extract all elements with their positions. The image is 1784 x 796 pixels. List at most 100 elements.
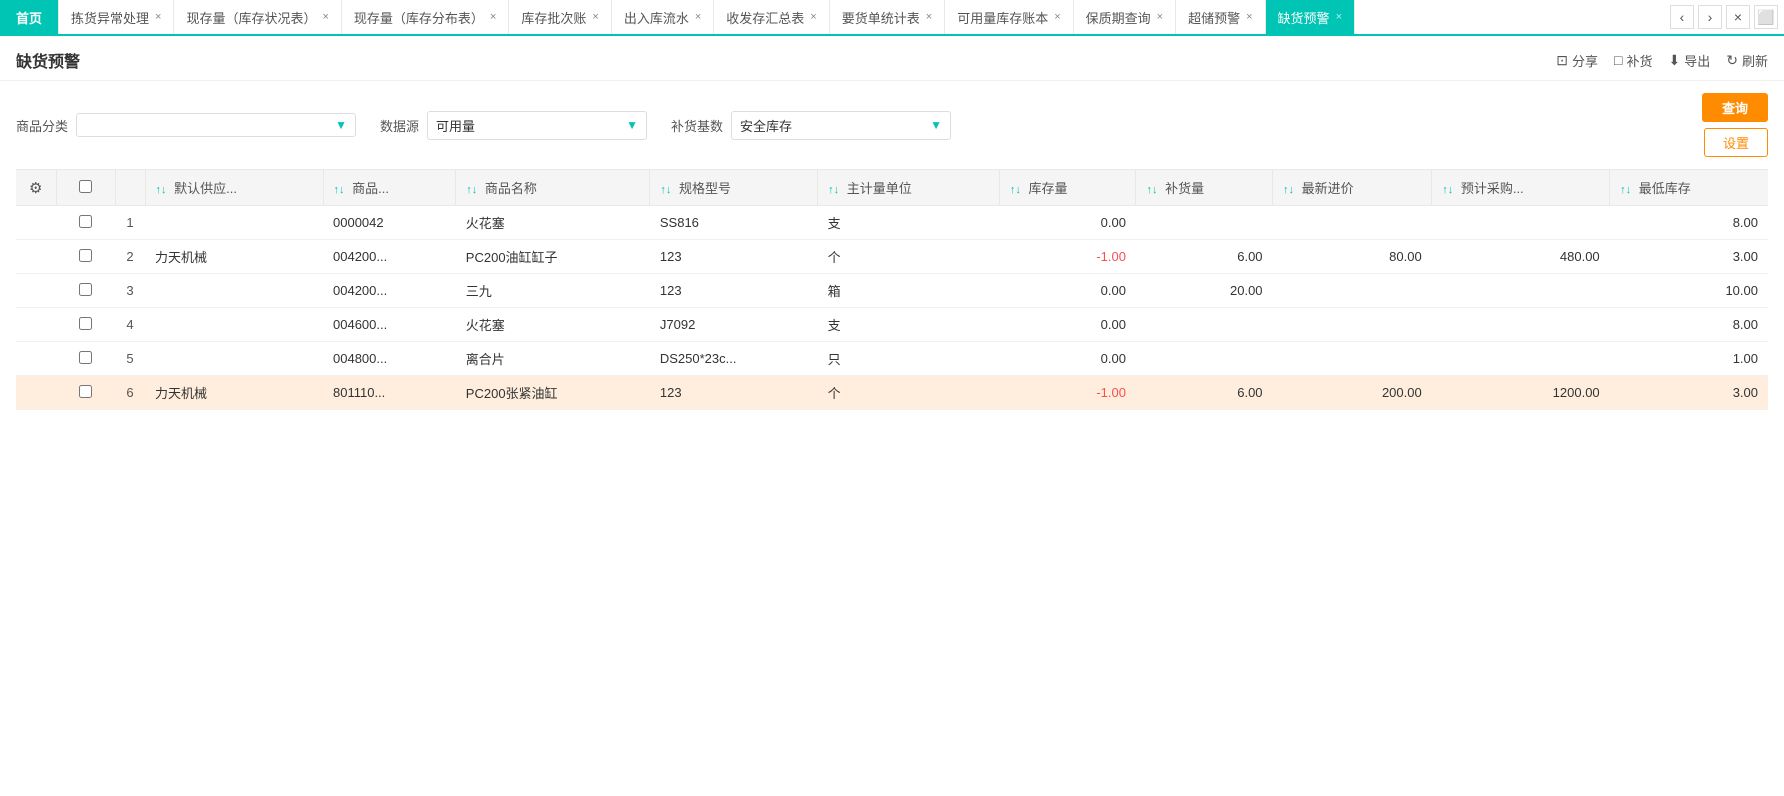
refresh-icon: ↻	[1726, 52, 1738, 69]
cell-est-purchase	[1432, 274, 1610, 308]
th-checkbox[interactable]	[56, 170, 115, 206]
th-settings[interactable]: ⚙	[16, 170, 56, 206]
th-product-code[interactable]: ↑↓ 商品...	[323, 170, 456, 206]
tab-label: 库存批次账	[521, 8, 586, 27]
sort-icon-min: ↑↓	[1620, 184, 1631, 196]
th-default-supplier[interactable]: ↑↓ 默认供应...	[145, 170, 323, 206]
replenish-icon: □	[1614, 52, 1622, 68]
datasource-dropdown-icon: ▼	[626, 118, 638, 132]
th-min-stock[interactable]: ↑↓ 最低库存	[1610, 170, 1768, 206]
tab-close-icon[interactable]: ×	[1246, 11, 1252, 23]
tab-close-icon[interactable]: ×	[322, 11, 328, 23]
tab-item-4[interactable]: 库存批次账 ×	[509, 0, 611, 34]
maximize-btn[interactable]: ⬜	[1754, 5, 1778, 29]
th-unit[interactable]: ↑↓ 主计量单位	[818, 170, 1000, 206]
tab-item-6[interactable]: 收发存汇总表 ×	[714, 0, 829, 34]
cell-checkbox[interactable]	[56, 308, 115, 342]
cell-row-num: 2	[115, 240, 145, 274]
tab-close-icon[interactable]: ×	[1157, 11, 1163, 23]
tab-item-1[interactable]: 拣货异常处理 ×	[59, 0, 174, 34]
cell-product-code: 801110...	[323, 376, 456, 410]
cell-min-stock: 1.00	[1610, 342, 1768, 376]
cell-latest-price	[1273, 308, 1432, 342]
cell-spec: DS250*23c...	[650, 342, 818, 376]
tab-item-5[interactable]: 出入库流水×	[612, 0, 714, 34]
th-latest-price[interactable]: ↑↓ 最新进价	[1273, 170, 1432, 206]
tab-item-10[interactable]: 超储预警×	[1176, 0, 1265, 34]
th-stock-qty[interactable]: ↑↓ 库存量	[999, 170, 1136, 206]
tab-close-icon[interactable]: ×	[1054, 11, 1060, 23]
sort-icon-name: ↑↓	[466, 184, 477, 196]
cell-stock-qty: -1.00	[999, 376, 1136, 410]
th-product-name-label: 商品名称	[485, 181, 537, 196]
table-row: 6力天机械801110...PC200张紧油缸123个-1.006.00200.…	[16, 376, 1768, 410]
tab-close-icon[interactable]: ×	[695, 11, 701, 23]
cell-spec: J7092	[650, 308, 818, 342]
category-filter-group: 商品分类 ▼	[16, 113, 356, 137]
query-button[interactable]: 查询	[1702, 93, 1768, 122]
sort-icon-supplier: ↑↓	[156, 184, 167, 196]
th-stock-qty-label: 库存量	[1029, 181, 1068, 196]
cell-settings	[16, 240, 56, 274]
select-all-checkbox[interactable]	[79, 180, 92, 193]
tab-close-icon[interactable]: ×	[490, 11, 496, 23]
tab-item-2[interactable]: 现存量（库存状况表）×	[174, 0, 341, 34]
tab-close-icon[interactable]: ×	[592, 11, 598, 23]
th-product-name[interactable]: ↑↓ 商品名称	[456, 170, 650, 206]
main-content: 缺货预警 ⊡ 分享 □ 补货 ⬇ 导出 ↻ 刷新 商品分类	[0, 36, 1784, 796]
cell-unit: 支	[818, 206, 1000, 240]
th-replenish-qty[interactable]: ↑↓ 补货量	[1136, 170, 1273, 206]
share-icon: ⊡	[1556, 52, 1568, 69]
cell-latest-price: 200.00	[1273, 376, 1432, 410]
cell-replenish-qty: 6.00	[1136, 240, 1273, 274]
cell-product-name: PC200张紧油缸	[456, 376, 650, 410]
cell-checkbox[interactable]	[56, 240, 115, 274]
datasource-select[interactable]: 可用量 ▼	[427, 111, 647, 140]
replenish-btn[interactable]: □ 补货	[1614, 51, 1652, 70]
tab-scroll-left[interactable]: ‹	[1670, 5, 1694, 29]
row-checkbox[interactable]	[79, 215, 92, 228]
cell-checkbox[interactable]	[56, 342, 115, 376]
tab-item-3[interactable]: 现存量（库存分布表）×	[342, 0, 509, 34]
cell-row-num: 5	[115, 342, 145, 376]
tab-item-7[interactable]: 要货单统计表×	[830, 0, 945, 34]
row-checkbox[interactable]	[79, 351, 92, 364]
row-checkbox[interactable]	[79, 317, 92, 330]
close-window-btn[interactable]: ×	[1726, 5, 1750, 29]
cell-replenish-qty: 6.00	[1136, 376, 1273, 410]
tab-label: 收发存汇总表	[726, 8, 804, 27]
cell-checkbox[interactable]	[56, 206, 115, 240]
category-filter-label: 商品分类	[16, 116, 68, 135]
cell-product-name: PC200油缸缸子	[456, 240, 650, 274]
tab-close-icon[interactable]: ×	[155, 11, 161, 23]
datasource-filter-group: 数据源 可用量 ▼	[380, 111, 647, 140]
settings-button[interactable]: 设置	[1704, 128, 1768, 157]
share-btn[interactable]: ⊡ 分享	[1556, 51, 1598, 70]
cell-min-stock: 10.00	[1610, 274, 1768, 308]
tab-item-11[interactable]: 缺货预警×	[1266, 0, 1355, 34]
cell-product-name: 火花塞	[456, 308, 650, 342]
cell-unit: 个	[818, 240, 1000, 274]
table-row: 2力天机械004200...PC200油缸缸子123个-1.006.0080.0…	[16, 240, 1768, 274]
th-spec[interactable]: ↑↓ 规格型号	[650, 170, 818, 206]
export-btn[interactable]: ⬇ 导出	[1669, 51, 1711, 70]
row-checkbox[interactable]	[79, 249, 92, 262]
row-checkbox[interactable]	[79, 385, 92, 398]
cell-checkbox[interactable]	[56, 376, 115, 410]
tab-close-icon[interactable]: ×	[926, 11, 932, 23]
category-select[interactable]: ▼	[76, 113, 356, 137]
th-est-purchase[interactable]: ↑↓ 预计采购...	[1432, 170, 1610, 206]
refresh-btn[interactable]: ↻ 刷新	[1726, 51, 1768, 70]
cell-row-num: 1	[115, 206, 145, 240]
tab-close-icon[interactable]: ×	[810, 11, 816, 23]
row-checkbox[interactable]	[79, 283, 92, 296]
tab-item-8[interactable]: 可用量库存账本×	[945, 0, 1073, 34]
tab-label: 拣货异常处理	[71, 8, 149, 27]
tab-item-9[interactable]: 保质期查询×	[1074, 0, 1176, 34]
tab-home[interactable]: 首页	[0, 0, 59, 34]
tab-close-icon[interactable]: ×	[1336, 11, 1342, 23]
th-min-stock-label: 最低库存	[1639, 181, 1691, 196]
replenish-base-select[interactable]: 安全库存 ▼	[731, 111, 951, 140]
tab-scroll-right[interactable]: ›	[1698, 5, 1722, 29]
cell-checkbox[interactable]	[56, 274, 115, 308]
